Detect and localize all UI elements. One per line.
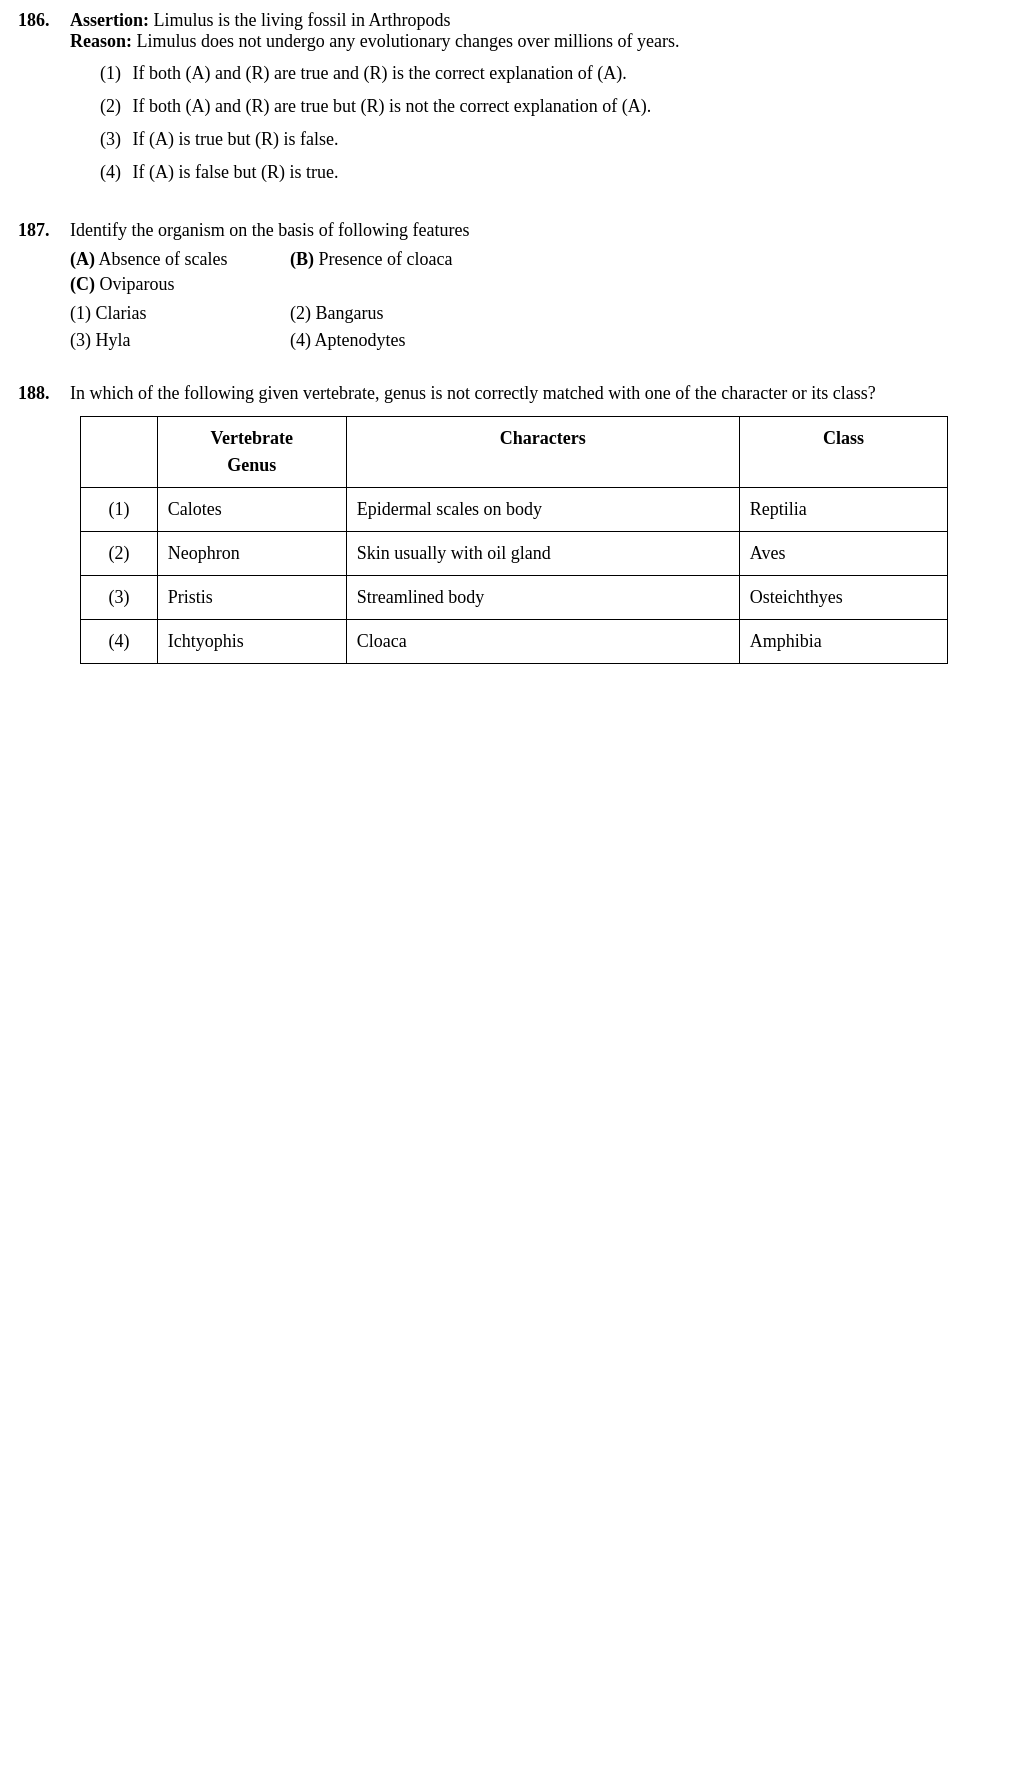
row-3-genus: Pristis: [157, 576, 346, 620]
q186-reason-label: Reason:: [70, 31, 132, 51]
feature-a-text: Absence of scales: [99, 249, 228, 269]
th-characters: Characters: [346, 417, 739, 488]
option-3-text: Hyla: [96, 330, 131, 350]
option-4-text: Aptenodytes: [315, 330, 406, 350]
q188-question-text: In which of the following given vertebra…: [70, 383, 876, 403]
option-1-text: Clarias: [96, 303, 147, 323]
q187-features-row1: (A) Absence of scales (B) Presence of cl…: [70, 249, 994, 270]
q188-number: 188.: [18, 383, 70, 664]
feature-b: (B) Presence of cloaca: [290, 249, 452, 270]
table-row: (2) Neophron Skin usually with oil gland…: [81, 532, 948, 576]
feature-c-text: Oviparous: [100, 274, 175, 294]
q187-options-row1: (1) Clarias (2) Bangarus: [70, 303, 994, 324]
option-2-num: (2): [290, 303, 311, 323]
row-4-characters: Cloaca: [346, 620, 739, 664]
row-1-genus: Calotes: [157, 488, 346, 532]
q187-content: Identify the organism on the basis of fo…: [70, 220, 994, 355]
option-text: If both (A) and (R) are true but (R) is …: [133, 96, 652, 116]
option-2: (2) Bangarus: [290, 303, 450, 324]
feature-c-row: (C) Oviparous: [70, 274, 994, 295]
q186-content: Assertion: Limulus is the living fossil …: [70, 10, 994, 192]
q186-assertion-text: Limulus is the living fossil in Arthropo…: [149, 10, 451, 30]
row-1-characters: Epidermal scales on body: [346, 488, 739, 532]
option-3-num: (3): [70, 330, 91, 350]
option-text: If both (A) and (R) are true and (R) is …: [133, 63, 627, 83]
q186-number: 186.: [18, 10, 70, 192]
option-1: (1) Clarias: [70, 303, 230, 324]
option-num: (1): [100, 60, 128, 87]
row-4-num: (4): [81, 620, 158, 664]
table-header-row: VertebrateGenus Characters Class: [81, 417, 948, 488]
row-2-class: Aves: [739, 532, 947, 576]
option-4: (4) Aptenodytes: [290, 330, 450, 351]
row-4-class: Amphibia: [739, 620, 947, 664]
vertebrate-table: VertebrateGenus Characters Class (1) Cal…: [80, 416, 948, 664]
q188-content: In which of the following given vertebra…: [70, 383, 994, 664]
option-num: (2): [100, 93, 128, 120]
feature-c-label: (C): [70, 274, 95, 294]
row-1-num: (1): [81, 488, 158, 532]
list-item: (1) If both (A) and (R) are true and (R)…: [100, 60, 994, 87]
list-item: (4) If (A) is false but (R) is true.: [100, 159, 994, 186]
table-row: (4) Ichtyophis Cloaca Amphibia: [81, 620, 948, 664]
q186-assertion-label: Assertion:: [70, 10, 149, 30]
list-item: (3) If (A) is true but (R) is false.: [100, 126, 994, 153]
row-3-class: Osteichthyes: [739, 576, 947, 620]
th-class: Class: [739, 417, 947, 488]
row-1-class: Reptilia: [739, 488, 947, 532]
option-4-num: (4): [290, 330, 311, 350]
th-empty: [81, 417, 158, 488]
list-item: (2) If both (A) and (R) are true but (R)…: [100, 93, 994, 120]
question-187: 187. Identify the organism on the basis …: [10, 220, 994, 355]
option-text: If (A) is false but (R) is true.: [133, 162, 339, 182]
q186-reason-text: Limulus does not undergo any evolutionar…: [132, 31, 680, 51]
table-row: (3) Pristis Streamlined body Osteichthye…: [81, 576, 948, 620]
row-2-characters: Skin usually with oil gland: [346, 532, 739, 576]
q188-table-container: VertebrateGenus Characters Class (1) Cal…: [70, 416, 994, 664]
option-3: (3) Hyla: [70, 330, 230, 351]
q187-options-row2: (3) Hyla (4) Aptenodytes: [70, 330, 994, 351]
row-3-num: (3): [81, 576, 158, 620]
q187-question-text: Identify the organism on the basis of fo…: [70, 220, 470, 240]
row-2-genus: Neophron: [157, 532, 346, 576]
question-186: 186. Assertion: Limulus is the living fo…: [10, 10, 994, 192]
option-num: (3): [100, 126, 128, 153]
row-2-num: (2): [81, 532, 158, 576]
feature-b-label: (B): [290, 249, 314, 269]
row-4-genus: Ichtyophis: [157, 620, 346, 664]
feature-b-text: Presence of cloaca: [319, 249, 453, 269]
question-188: 188. In which of the following given ver…: [10, 383, 994, 664]
option-1-num: (1): [70, 303, 91, 323]
row-3-characters: Streamlined body: [346, 576, 739, 620]
option-num: (4): [100, 159, 128, 186]
table-row: (1) Calotes Epidermal scales on body Rep…: [81, 488, 948, 532]
feature-a: (A) Absence of scales: [70, 249, 230, 270]
option-text: If (A) is true but (R) is false.: [133, 129, 339, 149]
option-2-text: Bangarus: [316, 303, 384, 323]
q186-options-list: (1) If both (A) and (R) are true and (R)…: [70, 60, 994, 186]
th-vertebrate-genus: VertebrateGenus: [157, 417, 346, 488]
feature-a-label: (A): [70, 249, 95, 269]
q187-number: 187.: [18, 220, 70, 355]
